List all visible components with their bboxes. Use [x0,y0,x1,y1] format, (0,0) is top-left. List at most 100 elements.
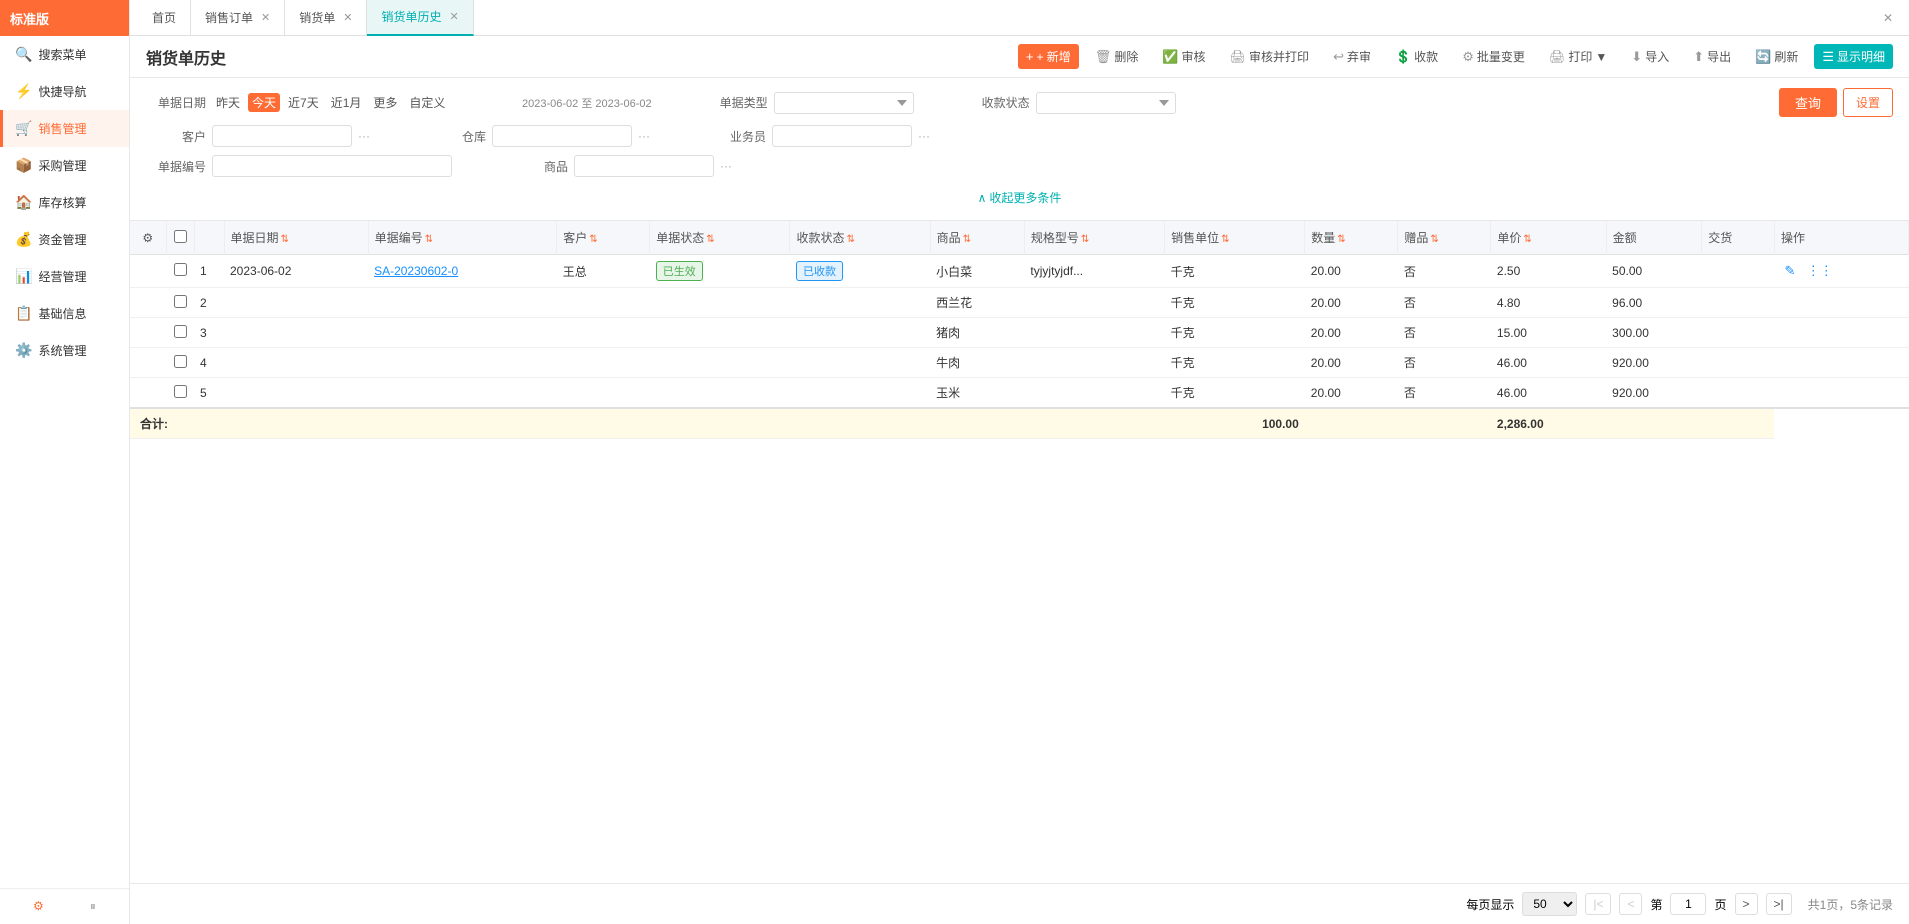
refresh-button[interactable]: 🔄 刷新 [1747,44,1806,69]
collapse-button[interactable]: ∧ 收起更多条件 [146,185,1893,210]
tabs-bar: 首页 销售订单 ✕ 销货单 ✕ 销货单历史 ✕ ✕ [130,0,1909,36]
next-page-btn[interactable]: > [1735,893,1758,915]
doc-no-input[interactable] [212,155,452,177]
audit-print-button[interactable]: 🖨 审核并打印 [1222,44,1318,69]
close-all-tabs[interactable]: ✕ [1875,11,1901,25]
per-page-select[interactable]: 50 100 [1522,892,1577,916]
sidebar-item-basic-info[interactable]: 📋 基础信息 [0,295,129,332]
print-button[interactable]: 🖨 打印 ▼ [1541,44,1615,69]
col-amount: 金额 [1606,221,1702,255]
sidebar-item-inventory[interactable]: 🏠 库存核算 [0,184,129,221]
delete-button[interactable]: 🗑 删除 [1087,44,1147,69]
row-check[interactable] [166,378,194,409]
col-gear[interactable]: ⚙ [130,221,166,255]
staff-dots[interactable]: ··· [918,129,930,143]
date-range-text: 2023-06-02 至 2023-06-02 [522,95,652,111]
select-all-checkbox[interactable] [174,230,187,243]
row-checkbox[interactable] [174,263,187,276]
date-tag-today[interactable]: 今天 [248,93,280,112]
row-gear [130,288,166,318]
row-check[interactable] [166,348,194,378]
col-doc-no[interactable]: 单据编号⇅ [368,221,557,255]
sidebar-item-system-mgmt[interactable]: ⚙️ 系统管理 [0,332,129,369]
col-spec-model[interactable]: 规格型号⇅ [1024,221,1164,255]
row-unit-price: 4.80 [1491,288,1606,318]
first-page-btn[interactable]: |< [1585,893,1611,915]
row-checkbox[interactable] [174,355,187,368]
date-tag-custom[interactable]: 自定义 [405,93,449,112]
page-number-input[interactable] [1670,893,1706,915]
col-goods[interactable]: 商品⇅ [930,221,1024,255]
tab-home[interactable]: 首页 [138,0,191,36]
sidebar-item-sales-mgmt[interactable]: 🛒 销售管理 [0,110,129,147]
sidebar-settings-icon[interactable]: ⚙ [33,899,44,914]
collect-icon: 💲 [1395,49,1411,65]
import-button[interactable]: ⬇ 导入 [1623,44,1677,69]
tab-sales-order[interactable]: 销售订单 ✕ [191,0,285,36]
abandon-button[interactable]: ↩ 弃审 [1325,44,1379,69]
row-spec-model [1024,348,1164,378]
col-quantity[interactable]: 数量⇅ [1305,221,1398,255]
customer-dots[interactable]: ··· [358,129,370,143]
row-check[interactable] [166,288,194,318]
tab-sales-history-close[interactable]: ✕ [450,0,459,35]
collect-status-select[interactable] [1036,92,1176,114]
row-doc-date [224,318,368,348]
date-tag-more[interactable]: 更多 [369,93,401,112]
col-gift[interactable]: 赠品⇅ [1398,221,1491,255]
print-dropdown-icon: ▼ [1595,50,1607,64]
doc-no-filter: 单据编号 [146,155,452,177]
date-tag-yesterday[interactable]: 昨天 [212,93,244,112]
col-doc-status[interactable]: 单据状态⇅ [650,221,790,255]
export-button[interactable]: ⬆ 导出 [1685,44,1739,69]
prev-page-btn[interactable]: < [1619,893,1642,915]
warehouse-input[interactable] [492,125,632,147]
last-page-btn[interactable]: >| [1766,893,1792,915]
goods-dots[interactable]: ··· [720,159,732,173]
col-unit-price[interactable]: 单价⇅ [1491,221,1606,255]
row-transaction [1702,378,1775,409]
col-customer[interactable]: 客户⇅ [557,221,650,255]
row-checkbox[interactable] [174,385,187,398]
tab-sales-delivery-close[interactable]: ✕ [343,0,352,36]
tab-sales-order-close[interactable]: ✕ [261,0,270,36]
col-doc-date[interactable]: 单据日期⇅ [224,221,368,255]
sidebar-item-quick-nav[interactable]: ⚡ 快捷导航 [0,73,129,110]
row-doc-date [224,348,368,378]
batch-change-button[interactable]: ⚙ 批量变更 [1454,44,1533,69]
sum-label: 合计: [130,408,224,439]
customer-input[interactable] [212,125,352,147]
warehouse-dots[interactable]: ··· [638,129,650,143]
row-checkbox[interactable] [174,295,187,308]
sidebar-item-search-menu[interactable]: 🔍 搜索菜单 [0,36,129,73]
batch-change-icon: ⚙ [1462,49,1474,65]
show-detail-button[interactable]: ☰ 显示明细 [1814,44,1893,69]
col-collect-status[interactable]: 收款状态⇅ [790,221,930,255]
tab-sales-delivery[interactable]: 销货单 ✕ [285,0,367,36]
doc-no-link[interactable]: SA-20230602-0 [374,264,458,278]
query-button[interactable]: 查询 [1779,88,1837,117]
goods-input[interactable] [574,155,714,177]
table-row: 1 2023-06-02 SA-20230602-0 王总 已生效 已收款 小白… [130,255,1909,288]
sidebar-item-finance-mgmt[interactable]: 💰 资金管理 [0,221,129,258]
collect-button[interactable]: 💲 收款 [1387,44,1446,69]
row-checkbox[interactable] [174,325,187,338]
sidebar-item-purchase-mgmt[interactable]: 📦 采购管理 [0,147,129,184]
row-check[interactable] [166,255,194,288]
row-goods: 猪肉 [930,318,1024,348]
tab-sales-history[interactable]: 销货单历史 ✕ [367,0,473,36]
date-tag-1month[interactable]: 近1月 [327,93,366,112]
set-button[interactable]: 设置 [1843,88,1893,117]
audit-button[interactable]: ✅ 审核 [1154,44,1213,69]
sidebar-item-operation-mgmt[interactable]: 📊 经营管理 [0,258,129,295]
col-sales-unit[interactable]: 销售单位⇅ [1165,221,1305,255]
op-more-btn[interactable]: ⋮⋮ [1803,262,1837,279]
sidebar-collapse-icon[interactable]: ⏸ [90,899,96,914]
date-tag-7days[interactable]: 近7天 [284,93,323,112]
op-edit-btn[interactable]: ✎ [1780,262,1799,279]
doc-type-select[interactable] [774,92,914,114]
row-check[interactable] [166,318,194,348]
staff-input[interactable] [772,125,912,147]
new-button[interactable]: + + 新增 [1018,44,1079,69]
col-check[interactable] [166,221,194,255]
